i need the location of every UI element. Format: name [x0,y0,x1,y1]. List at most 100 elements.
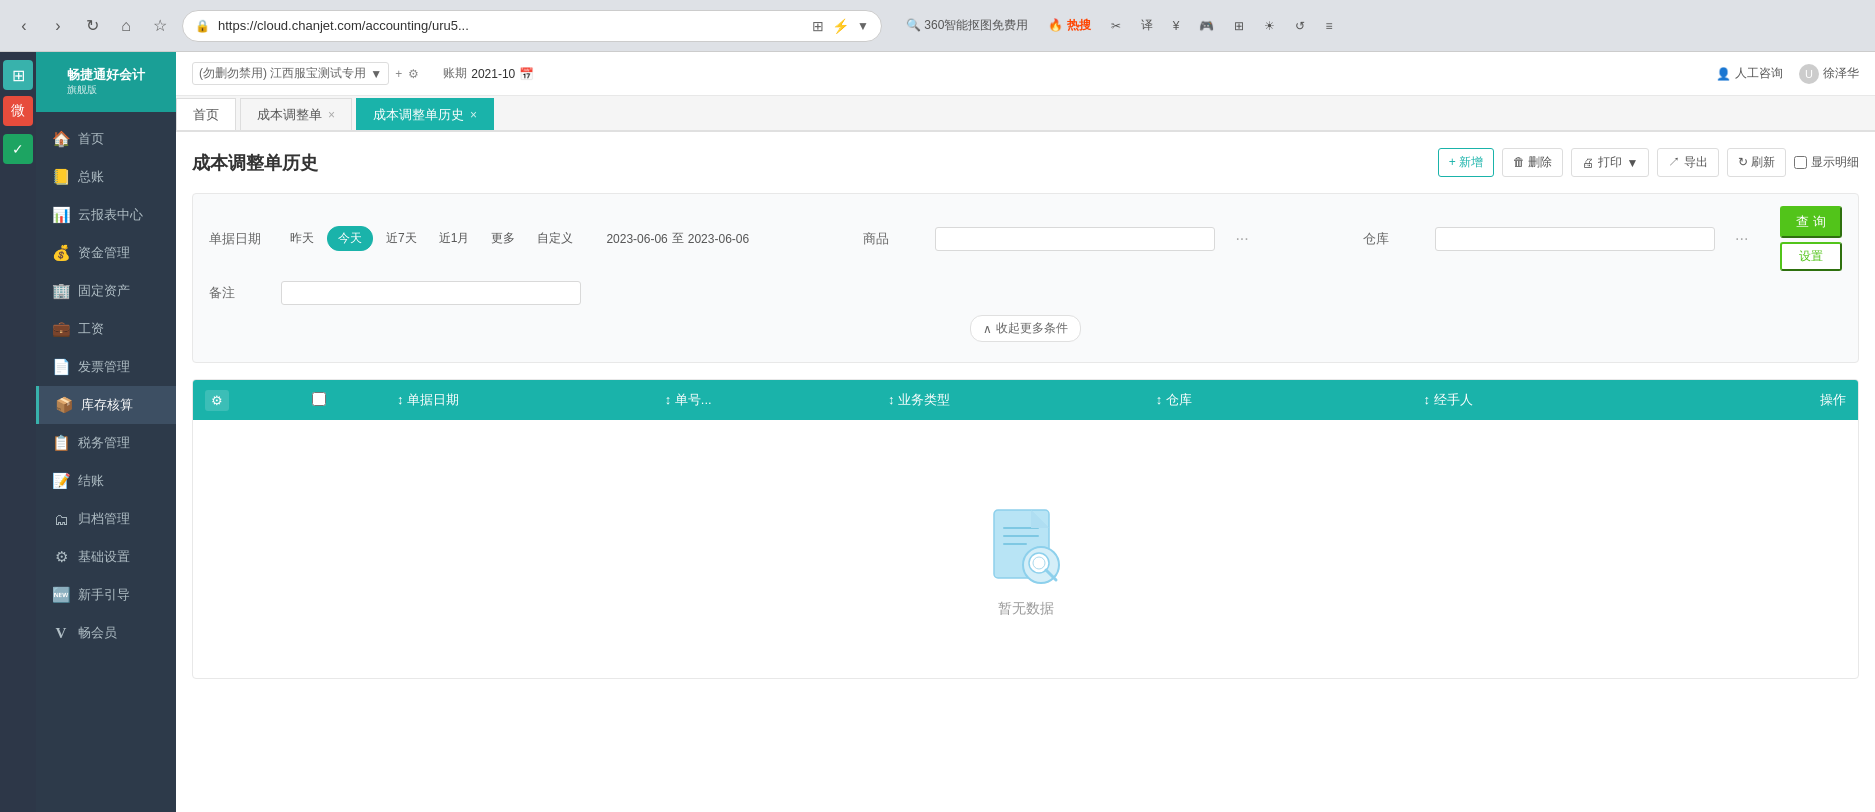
date-filter-label: 单据日期 [209,230,265,248]
page-content: 成本调整单历史 + 新增 🗑 删除 🖨 打印 ▼ ↗ 导出 ↻ 刷新 显示明细 [176,132,1875,812]
account-dropdown-icon: ▼ [370,67,382,81]
user-name: 徐泽华 [1823,65,1859,82]
col-type-header[interactable]: ↕ 业务类型 [876,380,1144,420]
sidebar-item-guide[interactable]: 🆕 新手引导 [36,576,176,614]
col-checkbox-header[interactable] [300,380,385,420]
tab-cost-adj[interactable]: 成本调整单 × [240,98,352,130]
tab-bar: 首页 成本调整单 × 成本调整单历史 × [176,96,1875,132]
sidebar-item-salary[interactable]: 💼 工资 [36,310,176,348]
sidebar-item-tax[interactable]: 📋 税务管理 [36,424,176,462]
sun-tool[interactable]: ☀ [1256,15,1283,37]
empty-state: 暂无数据 [193,420,1858,678]
period-label: 账期 [443,65,467,82]
collapse-button[interactable]: ∧ 收起更多条件 [970,315,1081,342]
icon-bar-social2[interactable]: ✓ [3,134,33,164]
inventory-icon: 📦 [55,396,73,414]
select-all-checkbox[interactable] [312,392,326,406]
print-dropdown-icon[interactable]: ▼ [1626,156,1638,170]
new-button[interactable]: + 新增 [1438,148,1494,177]
tab-cost-adj-history-close[interactable]: × [470,109,477,121]
game-tool[interactable]: 🎮 [1191,15,1222,37]
sidebar-item-invoice[interactable]: 📄 发票管理 [36,348,176,386]
star-button[interactable]: ☆ [146,12,174,40]
settings-btn[interactable]: ⚙ [408,67,419,81]
empty-text: 暂无数据 [998,600,1054,618]
menu-tool[interactable]: ≡ [1317,15,1340,37]
display-detail-toggle[interactable]: 显示明细 [1794,154,1859,171]
sidebar-item-reports[interactable]: 📊 云报表中心 [36,196,176,234]
icon-bar-home[interactable]: ⊞ [3,60,33,90]
refresh-button[interactable]: ↻ 刷新 [1727,148,1786,177]
support-label: 人工咨询 [1735,65,1783,82]
column-settings-gear[interactable]: ⚙ [205,390,229,411]
sidebar-item-home[interactable]: 🏠 首页 [36,120,176,158]
page-actions: + 新增 🗑 删除 🖨 打印 ▼ ↗ 导出 ↻ 刷新 显示明细 [1438,148,1859,177]
product-filter-dots[interactable]: ··· [1235,230,1248,248]
undo-tool[interactable]: ↺ [1287,15,1313,37]
warehouse-filter-dots[interactable]: ··· [1735,230,1748,248]
icon-bar-social1[interactable]: 微 [3,96,33,126]
display-detail-checkbox[interactable] [1794,156,1807,169]
translate-tool[interactable]: 译 [1133,13,1161,38]
empty-row: 暂无数据 [193,420,1858,678]
col-number-header[interactable]: ↕ 单号... [653,380,876,420]
date-btn-month[interactable]: 近1月 [430,226,479,251]
export-button[interactable]: ↗ 导出 [1657,148,1718,177]
date-btn-custom[interactable]: 自定义 [528,226,582,251]
delete-button[interactable]: 🗑 删除 [1502,148,1563,177]
date-filter-buttons: 昨天 今天 近7天 近1月 更多 自定义 [281,226,582,251]
date-btn-today[interactable]: 今天 [327,226,373,251]
date-btn-more[interactable]: 更多 [482,226,524,251]
tab-cost-adj-close[interactable]: × [328,109,335,121]
sidebar-item-ledger[interactable]: 📒 总账 [36,158,176,196]
col-operator-header[interactable]: ↕ 经手人 [1412,380,1680,420]
print-button[interactable]: 🖨 打印 ▼ [1571,148,1649,177]
col-settings-header[interactable]: ⚙ [193,380,300,420]
tab-home[interactable]: 首页 [176,98,236,130]
sidebar-label-tax: 税务管理 [78,434,130,452]
assets-icon: 🏢 [52,282,70,300]
sidebar-item-assets[interactable]: 🏢 固定资产 [36,272,176,310]
sidebar-item-vip[interactable]: V 畅会员 [36,614,176,652]
account-dropdown[interactable]: (勿删勿禁用) 江西服宝测试专用 ▼ [192,62,389,85]
date-btn-week[interactable]: 近7天 [377,226,426,251]
refresh-button[interactable]: ↻ [78,12,106,40]
tab-cost-adj-history[interactable]: 成本调整单历史 × [356,98,494,130]
grid-tool[interactable]: ⊞ [1226,15,1252,37]
note-filter-input[interactable] [281,281,581,305]
col-date-header[interactable]: ↕ 单据日期 [385,380,653,420]
sidebar-item-close[interactable]: 📝 结账 [36,462,176,500]
filter-bar: 单据日期 昨天 今天 近7天 近1月 更多 自定义 2023-06-06 至 2… [192,193,1859,363]
sidebar-nav: 🏠 首页 📒 总账 📊 云报表中心 💰 资金管理 🏢 固定资产 💼 工资 [36,112,176,812]
sidebar-label-ledger: 总账 [78,168,104,186]
query-button[interactable]: 查 询 [1780,206,1842,238]
sidebar-item-archive[interactable]: 🗂 归档管理 [36,500,176,538]
sidebar-item-finance[interactable]: 💰 资金管理 [36,234,176,272]
sidebar-label-reports: 云报表中心 [78,206,143,224]
search-tool[interactable]: 🔍 360智能抠图免费用 [898,13,1036,38]
reports-icon: 📊 [52,206,70,224]
add-account-btn[interactable]: + [395,67,402,81]
query-actions: 查 询 设置 [1780,206,1842,271]
col-warehouse-header[interactable]: ↕ 仓库 [1144,380,1412,420]
back-button[interactable]: ‹ [10,12,38,40]
calendar-icon[interactable]: 📅 [519,67,534,81]
date-btn-yesterday[interactable]: 昨天 [281,226,323,251]
scissors-tool[interactable]: ✂ [1103,15,1129,37]
hot-search-btn[interactable]: 🔥 热搜 [1040,13,1098,38]
forward-button[interactable]: › [44,12,72,40]
wallet-tool[interactable]: ¥ [1165,15,1188,37]
sidebar-item-inventory[interactable]: 📦 库存核算 [36,386,176,424]
archive-icon: 🗂 [52,511,70,528]
sidebar-label-home: 首页 [78,130,104,148]
support-btn[interactable]: 👤 人工咨询 [1716,65,1783,82]
product-filter-input[interactable] [935,227,1215,251]
home-icon: 🏠 [52,130,70,148]
browser-dropdown-icon[interactable]: ▼ [857,19,869,33]
home-button[interactable]: ⌂ [112,12,140,40]
user-btn[interactable]: U 徐泽华 [1799,64,1859,84]
address-bar[interactable]: 🔒 https://cloud.chanjet.com/accounting/u… [182,10,882,42]
filter-settings-button[interactable]: 设置 [1780,242,1842,271]
warehouse-filter-input[interactable] [1435,227,1715,251]
sidebar-item-settings[interactable]: ⚙ 基础设置 [36,538,176,576]
